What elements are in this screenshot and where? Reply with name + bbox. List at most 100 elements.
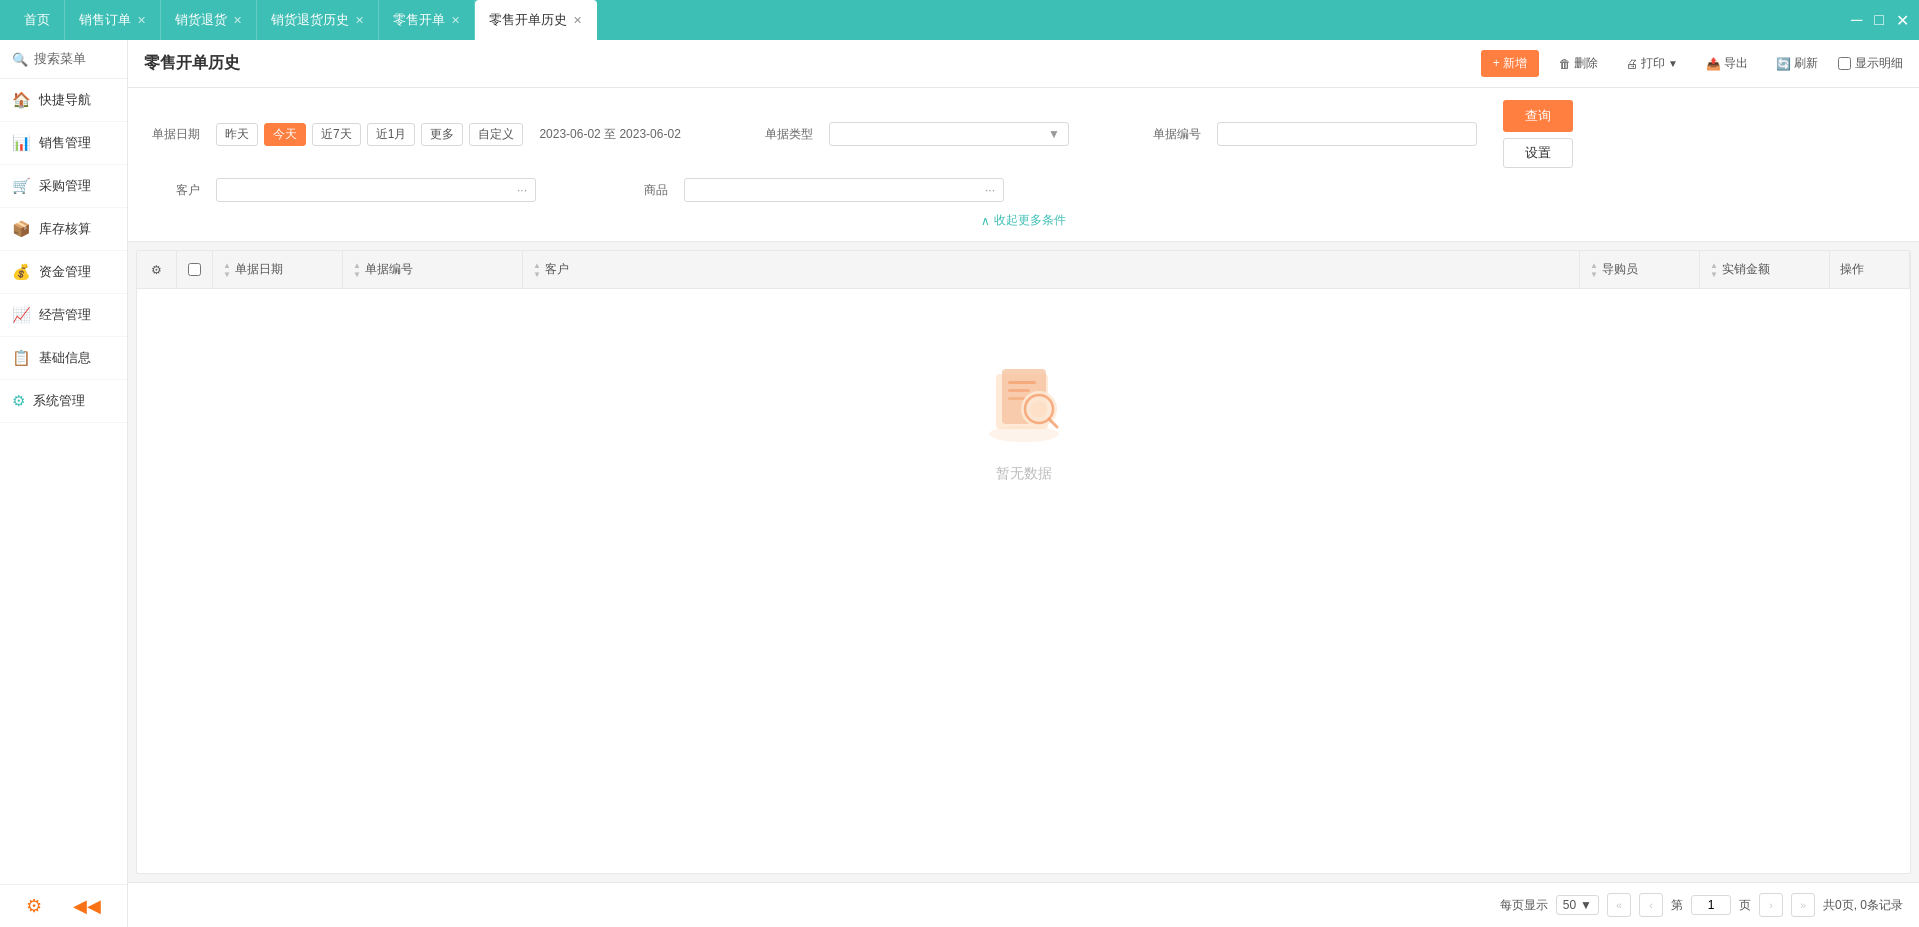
sidebar-item-sales-mgmt[interactable]: 📊 销售管理 [0,122,127,165]
th-action: 操作 [1830,251,1910,289]
page-number-input[interactable] [1691,895,1731,915]
goods-filter-label: 商品 [612,182,668,199]
delete-button[interactable]: 🗑 删除 [1551,51,1606,76]
date-btn-more[interactable]: 更多 [421,123,463,146]
empty-text: 暂无数据 [996,465,1052,483]
tab-sales-return-label: 销货退货 [175,11,227,29]
sidebar-item-purchase-mgmt[interactable]: 🛒 采购管理 [0,165,127,208]
refresh-button[interactable]: 🔄 刷新 [1768,51,1826,76]
sidebar-item-operations-label: 经营管理 [39,306,91,324]
goods-select[interactable]: ··· [684,178,1004,202]
sidebar-item-base-info-label: 基础信息 [39,349,91,367]
date-btn-1month[interactable]: 近1月 [367,123,416,146]
select-all-checkbox[interactable] [188,263,201,276]
th-billno[interactable]: ▲▼ 单据编号 [343,251,523,289]
th-amount[interactable]: ▲▼ 实销金额 [1700,251,1830,289]
customer-sort-icon: ▲▼ [533,261,541,279]
top-tabbar: 首页 销售订单 ✕ 销货退货 ✕ 销货退货历史 ✕ 零售开单 ✕ 零售开单历史 … [0,0,1919,40]
date-sort-icon: ▲▼ [223,261,231,279]
export-button[interactable]: 📤 导出 [1698,51,1756,76]
date-filter-label: 单据日期 [144,126,200,143]
date-btn-custom[interactable]: 自定义 [469,123,523,146]
show-detail-checkbox[interactable]: 显示明细 [1838,55,1903,72]
page-size-arrow-icon: ▼ [1580,898,1592,912]
prev-page-button[interactable]: ‹ [1639,893,1663,917]
print-label: 打印 [1641,55,1665,72]
print-button[interactable]: 🖨 打印 ▼ [1618,51,1686,76]
delete-label: 删除 [1574,55,1598,72]
table-area: ⚙ ▲▼ 单据日期 ▲▼ 单据编号 ▲▼ 客户 ▲▼ [136,250,1911,874]
page-title: 零售开单历史 [144,53,240,74]
settings-button[interactable]: 设置 [1503,138,1573,168]
sidebar-item-system-label: 系统管理 [33,392,85,410]
sidebar-item-base-info[interactable]: 📋 基础信息 [0,337,127,380]
th-customer[interactable]: ▲▼ 客户 [523,251,1580,289]
date-btn-today[interactable]: 今天 [264,123,306,146]
bill-type-arrow-icon: ▼ [1048,127,1060,141]
first-page-button[interactable]: « [1607,893,1631,917]
per-page-label: 每页显示 [1500,897,1548,914]
show-detail-input[interactable] [1838,57,1851,70]
refresh-label: 刷新 [1794,55,1818,72]
tab-retail-history[interactable]: 零售开单历史 ✕ [475,0,597,40]
tab-sales-return-history[interactable]: 销货退货历史 ✕ [257,0,379,40]
gear-col-icon[interactable]: ⚙ [151,263,162,277]
customer-filter-label: 客户 [144,182,200,199]
sidebar-item-finance[interactable]: 💰 资金管理 [0,251,127,294]
maximize-icon[interactable]: □ [1874,11,1884,30]
sidebar-item-finance-label: 资金管理 [39,263,91,281]
minimize-icon[interactable]: ─ [1851,11,1862,30]
tab-retail-open-close[interactable]: ✕ [451,14,460,27]
export-label: 导出 [1724,55,1748,72]
refresh-icon: 🔄 [1776,57,1791,71]
bill-type-select[interactable]: ▼ [829,122,1069,146]
th-checkbox[interactable] [177,251,213,289]
date-btn-yesterday[interactable]: 昨天 [216,123,258,146]
last-page-button[interactable]: » [1791,893,1815,917]
close-window-icon[interactable]: ✕ [1896,11,1909,30]
sidebar-search[interactable]: 🔍 搜索菜单 [0,40,127,79]
th-salesman[interactable]: ▲▼ 导购员 [1580,251,1700,289]
sidebar-item-system[interactable]: ⚙ 系统管理 [0,380,127,423]
sidebar-item-inventory[interactable]: 📦 库存核算 [0,208,127,251]
tab-retail-history-close[interactable]: ✕ [573,14,582,27]
bill-no-label: 单据编号 [1145,126,1201,143]
customer-select[interactable]: ··· [216,178,536,202]
customer-dots[interactable]: ··· [517,183,527,197]
toolbar: + 新增 🗑 删除 🖨 打印 ▼ 📤 导出 🔄 刷新 [1481,50,1903,77]
tab-sales-return-close[interactable]: ✕ [233,14,242,27]
date-range: 2023-06-02 至 2023-06-02 [539,126,680,143]
tab-sales-order-close[interactable]: ✕ [137,14,146,27]
date-btn-7days[interactable]: 近7天 [312,123,361,146]
tab-retail-history-label: 零售开单历史 [489,11,567,29]
main-layout: 🔍 搜索菜单 🏠 快捷导航 📊 销售管理 🛒 采购管理 📦 库存核算 💰 资金管… [0,40,1919,927]
th-gear[interactable]: ⚙ [137,251,177,289]
tab-home[interactable]: 首页 [10,0,65,40]
page-size-select[interactable]: 50 ▼ [1556,895,1599,915]
bill-no-input[interactable] [1217,122,1477,146]
pagination: 每页显示 50 ▼ « ‹ 第 页 › » 共0页, 0条记录 [128,882,1919,927]
operations-icon: 📈 [12,306,31,324]
goods-dots[interactable]: ··· [985,183,995,197]
query-button[interactable]: 查询 [1503,100,1573,132]
collapse-sidebar-icon[interactable]: ◀◀ [73,895,101,917]
tab-sales-return[interactable]: 销货退货 ✕ [161,0,257,40]
sidebar-item-quick-nav[interactable]: 🏠 快捷导航 [0,79,127,122]
filter-area: 单据日期 昨天 今天 近7天 近1月 更多 自定义 2023-06-02 至 2… [128,88,1919,242]
tab-sales-return-history-close[interactable]: ✕ [355,14,364,27]
th-customer-label: 客户 [545,261,569,278]
next-page-button[interactable]: › [1759,893,1783,917]
th-salesman-label: 导购员 [1602,261,1638,278]
system-icon: ⚙ [12,392,25,410]
collapse-conditions-btn[interactable]: ∧ 收起更多条件 [981,212,1066,229]
settings-gear-icon[interactable]: ⚙ [26,895,42,917]
tab-retail-open[interactable]: 零售开单 ✕ [379,0,475,40]
th-date[interactable]: ▲▼ 单据日期 [213,251,343,289]
tab-sales-order[interactable]: 销售订单 ✕ [65,0,161,40]
search-icon: 🔍 [12,52,28,67]
add-button[interactable]: + 新增 [1481,50,1539,77]
collapse-label: 收起更多条件 [994,212,1066,229]
amount-sort-icon: ▲▼ [1710,261,1718,279]
sidebar-item-operations[interactable]: 📈 经营管理 [0,294,127,337]
empty-state: 暂无数据 [137,289,1910,543]
